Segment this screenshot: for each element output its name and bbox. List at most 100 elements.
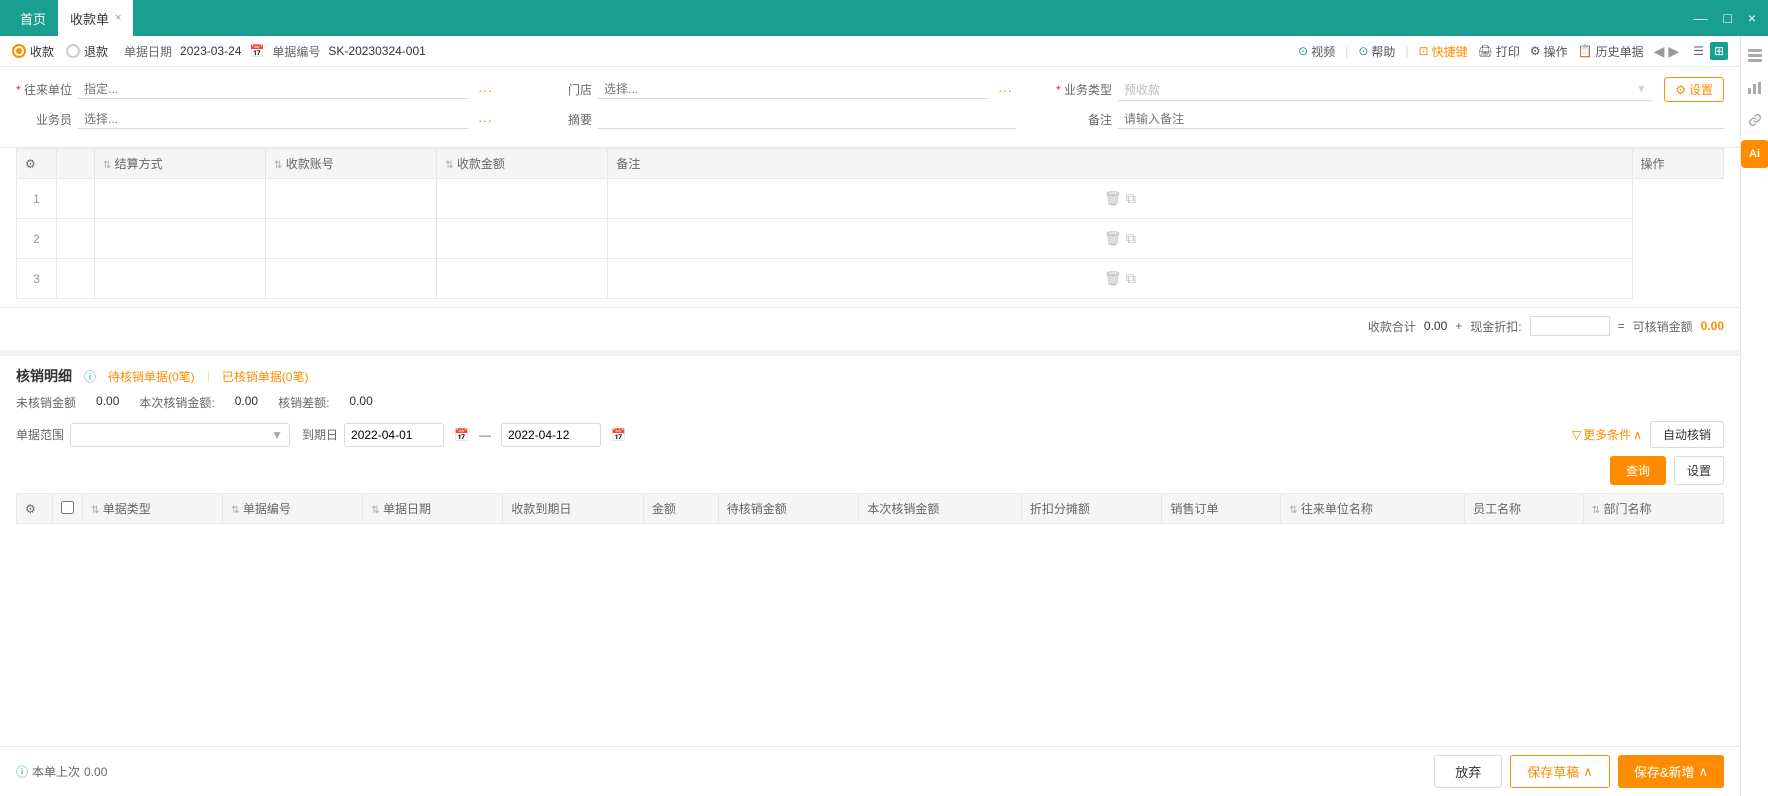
sidebar-link-icon[interactable] bbox=[1743, 108, 1767, 132]
counterpart-input[interactable] bbox=[78, 80, 468, 99]
row-2-amount[interactable] bbox=[266, 219, 437, 259]
shop-more-btn[interactable]: ··· bbox=[994, 82, 1016, 98]
select-all-checkbox[interactable] bbox=[61, 501, 74, 514]
top-nav: 首页 收款单 × — □ × bbox=[0, 0, 1768, 36]
query-button[interactable]: 查询 bbox=[1610, 456, 1666, 485]
calendar-icon[interactable]: 📅 bbox=[249, 44, 264, 58]
prev-arrow[interactable]: ◀ bbox=[1654, 43, 1665, 60]
counterpart-sort[interactable]: ⇅ bbox=[1289, 505, 1297, 516]
row-1-delete-btn[interactable]: 🗑 bbox=[1104, 190, 1122, 207]
due-date-field: 到期日 📅 — 📅 bbox=[302, 423, 626, 447]
type-sort[interactable]: ⇅ bbox=[91, 505, 99, 516]
doc-range-select[interactable]: ▼ bbox=[70, 423, 290, 447]
discount-input[interactable] bbox=[1530, 316, 1610, 336]
sidebar-ai-icon[interactable]: Ai bbox=[1741, 140, 1768, 168]
account-sort-icon[interactable]: ⇅ bbox=[274, 160, 282, 171]
staff-input[interactable] bbox=[78, 110, 468, 129]
sidebar-table-icon[interactable] bbox=[1743, 44, 1767, 68]
more-conditions-btn[interactable]: ▽ 更多条件 ∧ bbox=[1572, 426, 1642, 443]
radio-refund[interactable]: 退款 bbox=[66, 43, 108, 60]
bt-th-discount: 折扣分摊额 bbox=[1021, 494, 1162, 524]
row-3-amount[interactable] bbox=[266, 259, 437, 299]
bt-check-th[interactable] bbox=[53, 494, 83, 524]
remark-label: 备注 bbox=[1056, 111, 1112, 128]
remark-field: 备注 bbox=[1056, 110, 1724, 129]
row-1-settle[interactable] bbox=[57, 179, 95, 219]
counterpart-more-btn[interactable]: ··· bbox=[474, 82, 496, 98]
nav-tab-receipt[interactable]: 收款单 × bbox=[58, 0, 133, 36]
minimize-button[interactable]: — bbox=[1689, 8, 1711, 28]
cal-from-icon[interactable]: 📅 bbox=[454, 428, 469, 442]
row-1-remark[interactable] bbox=[437, 179, 608, 219]
bottom-table: ⚙ ⇅ 单据类型 ⇅ 单据编号 ⇅ 单据日期 收款到期日 金额 待核销金额 本次… bbox=[16, 493, 1724, 524]
row-2-remark[interactable] bbox=[437, 219, 608, 259]
row-1-amount[interactable] bbox=[266, 179, 437, 219]
row-3-account[interactable] bbox=[94, 259, 265, 299]
remark-input[interactable] bbox=[1118, 110, 1724, 129]
setting-small-button[interactable]: 设置 bbox=[1674, 456, 1724, 485]
th-account: ⇅ 收款账号 bbox=[266, 149, 437, 179]
staff-more-btn[interactable]: ··· bbox=[474, 112, 496, 128]
next-arrow[interactable]: ▶ bbox=[1668, 43, 1679, 60]
due-date-from-input[interactable] bbox=[344, 423, 444, 447]
cal-to-icon[interactable]: 📅 bbox=[611, 428, 626, 442]
page-footer: ⓘ 本单上次 0.00 放弃 保存草稿 ∧ 保存&新增 ∧ bbox=[0, 746, 1740, 796]
receipt-table: ⚙ ⇅ 结算方式 ⇅ 收款账号 ⇅ 收款金额 备注 操作 1 bbox=[16, 148, 1724, 299]
dept-sort[interactable]: ⇅ bbox=[1592, 505, 1600, 516]
row-3-settle[interactable] bbox=[57, 259, 95, 299]
restore-button[interactable]: □ bbox=[1719, 8, 1735, 28]
auto-verify-button[interactable]: 自动核销 bbox=[1650, 421, 1724, 448]
history-button[interactable]: 📋历史单据 bbox=[1578, 43, 1644, 60]
date-sort[interactable]: ⇅ bbox=[371, 505, 379, 516]
nav-tab-close[interactable]: × bbox=[115, 12, 121, 24]
grid-view-btn[interactable]: ⊞ bbox=[1710, 42, 1728, 60]
no-sort[interactable]: ⇅ bbox=[231, 505, 239, 516]
video-button[interactable]: ⊙视频 bbox=[1298, 43, 1335, 60]
action-button[interactable]: ⚙操作 bbox=[1530, 43, 1568, 60]
list-view-btn[interactable]: ☰ bbox=[1689, 42, 1708, 60]
save-draft-button[interactable]: 保存草稿 ∧ bbox=[1510, 755, 1610, 788]
summary-input[interactable] bbox=[598, 110, 1016, 129]
sidebar-chart-icon[interactable] bbox=[1743, 76, 1767, 100]
row-2-account[interactable] bbox=[94, 219, 265, 259]
table-footer: 收款合计 0.00 + 现金折扣: = 可核销金额 0.00 bbox=[0, 307, 1740, 344]
save-draft-label: 保存草稿 bbox=[1527, 762, 1579, 781]
nav-tab-label: 收款单 bbox=[70, 9, 109, 28]
shortcut-button[interactable]: ⊡快捷键 bbox=[1419, 43, 1468, 60]
radio-refund-dot bbox=[66, 44, 80, 58]
verify-info-icon[interactable]: ⓘ bbox=[84, 368, 96, 385]
nav-home[interactable]: 首页 bbox=[8, 0, 58, 36]
verify-title: 核销明细 bbox=[16, 366, 72, 386]
doc-no-label: 单据编号 bbox=[272, 43, 320, 60]
row-2-delete-btn[interactable]: 🗑 bbox=[1104, 230, 1122, 247]
pending-tab[interactable]: 待核销单据(0笔) bbox=[108, 368, 195, 385]
row-1-copy-btn[interactable]: ⧉ bbox=[1126, 190, 1136, 207]
doc-no-value: SK-20230324-001 bbox=[328, 44, 425, 58]
print-button[interactable]: 🖨打印 bbox=[1478, 43, 1520, 60]
row-2-settle[interactable] bbox=[57, 219, 95, 259]
shop-input[interactable] bbox=[598, 80, 988, 99]
row-1-num: 1 bbox=[17, 179, 57, 219]
more-chevron: ∧ bbox=[1633, 428, 1642, 442]
save-new-button[interactable]: 保存&新增 ∧ bbox=[1618, 755, 1724, 788]
bt-gear-th[interactable]: ⚙ bbox=[17, 494, 53, 524]
discard-button[interactable]: 放弃 bbox=[1434, 755, 1502, 788]
settle-sort-icon[interactable]: ⇅ bbox=[103, 160, 111, 171]
row-3-remark[interactable] bbox=[437, 259, 608, 299]
amount-sort-icon[interactable]: ⇅ bbox=[445, 160, 453, 171]
row-3-copy-btn[interactable]: ⧉ bbox=[1126, 270, 1136, 287]
biz-type-select[interactable]: 预收款 ▼ bbox=[1118, 79, 1652, 101]
due-date-to-input[interactable] bbox=[501, 423, 601, 447]
table-gear-th[interactable]: ⚙ bbox=[17, 149, 57, 179]
row-2-copy-btn[interactable]: ⧉ bbox=[1126, 230, 1136, 247]
close-button[interactable]: × bbox=[1744, 8, 1760, 28]
receipt-type-group: 收款 退款 bbox=[12, 43, 108, 60]
row-1-account[interactable] bbox=[94, 179, 265, 219]
th-row-num bbox=[57, 149, 95, 179]
done-tab[interactable]: 已核销单据(0笔) bbox=[222, 368, 309, 385]
row-3-delete-btn[interactable]: 🗑 bbox=[1104, 270, 1122, 287]
biz-type-label: 业务类型 bbox=[1056, 81, 1112, 98]
help-button[interactable]: ⊙帮助 bbox=[1358, 43, 1395, 60]
radio-receive[interactable]: 收款 bbox=[12, 43, 54, 60]
settings-button[interactable]: ⚙ 设置 bbox=[1664, 77, 1724, 102]
